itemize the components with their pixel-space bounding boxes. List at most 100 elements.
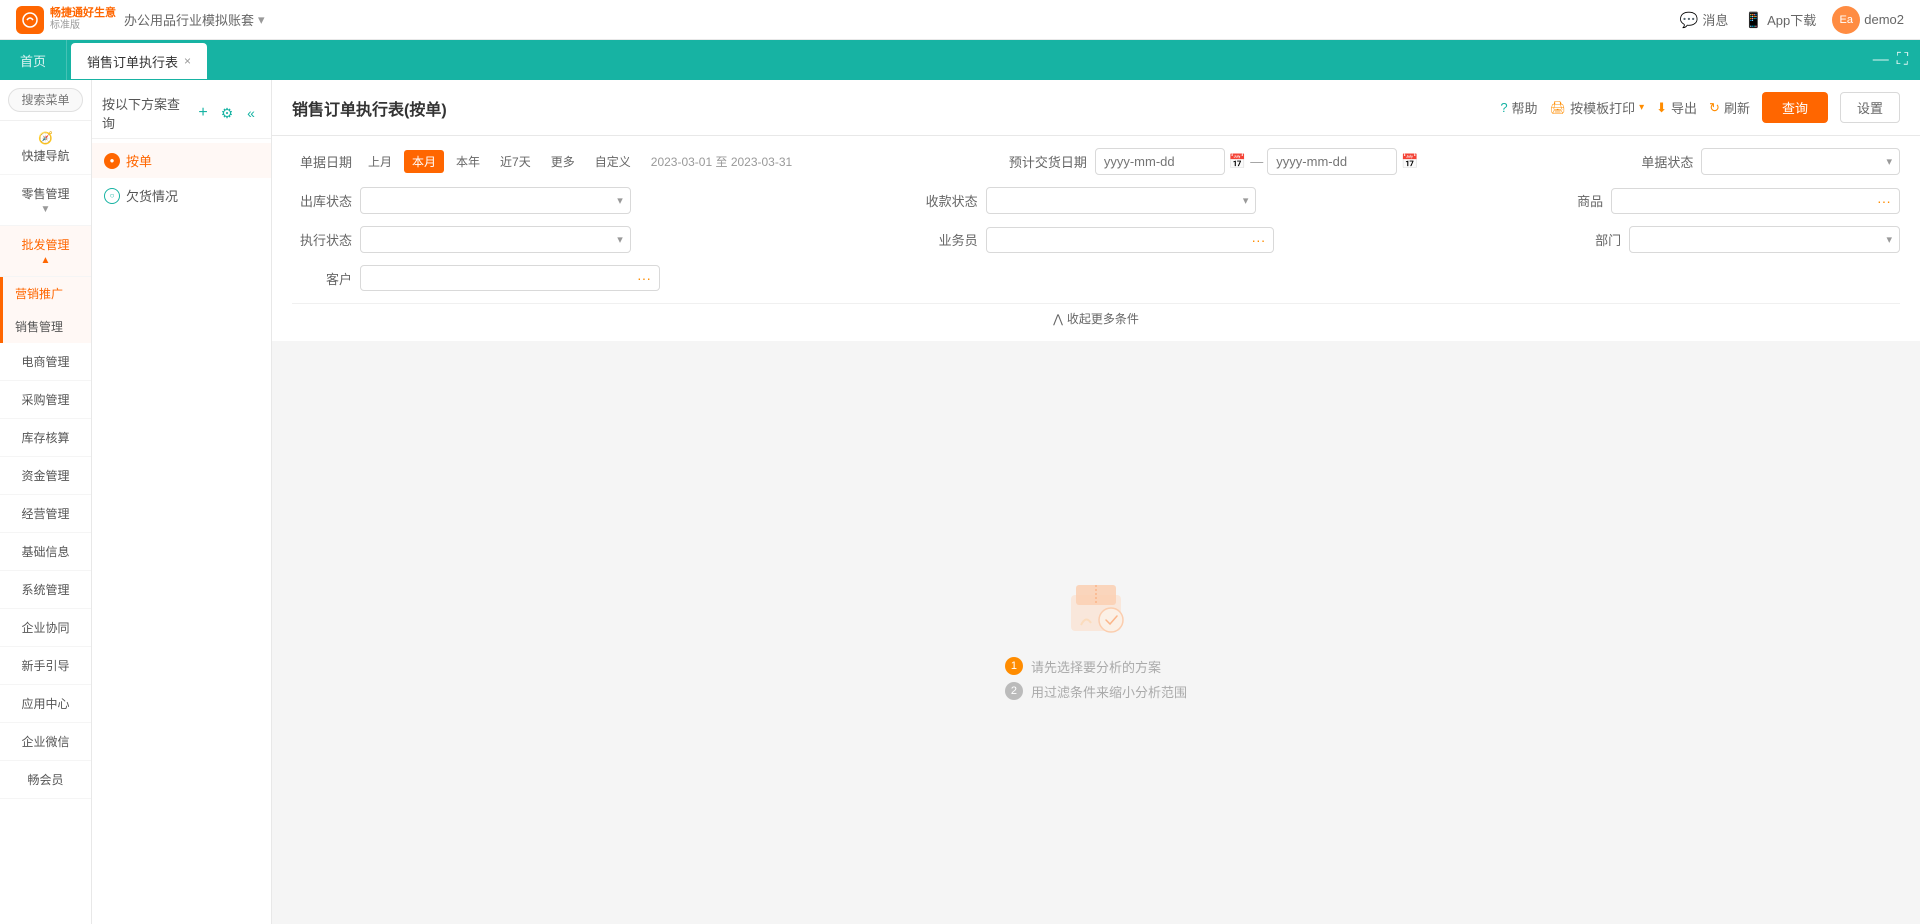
query-button[interactable]: 查询 <box>1762 92 1828 123</box>
header-left: 畅捷通好生意 标准版 办公用品行业模拟账套 ▾ <box>16 6 265 34</box>
right-content: 销售订单执行表(按单) ? 帮助 🖨 按模板打印 ▾ ⬇ 导出 <box>272 80 1920 924</box>
sidebar-item-wholesale[interactable]: 批发管理 ▲ <box>0 226 91 277</box>
add-plan-button[interactable]: + <box>193 103 213 123</box>
customer-ellipsis-icon[interactable]: ··· <box>637 270 651 286</box>
date-tab-more[interactable]: 更多 <box>543 150 583 173</box>
panel-nav-debt[interactable]: ○ 欠货情况 <box>92 178 271 213</box>
minimize-icon[interactable]: — <box>1873 51 1889 69</box>
sidebar: 🧭 快捷导航 零售管理 ▼ 批发管理 ▲ 营销推广 销售管理 电商管理 采购管理… <box>0 80 92 924</box>
download-icon: 📱 <box>1744 11 1763 29</box>
breadcrumb[interactable]: 办公用品行业模拟账套 ▾ <box>124 10 265 29</box>
payment-select-wrapper <box>986 187 1257 214</box>
payment-status-select[interactable] <box>986 187 1257 214</box>
date-tab-this-month[interactable]: 本月 <box>404 150 444 173</box>
refresh-button[interactable]: ↻ 刷新 <box>1709 98 1750 117</box>
shipment-status-select[interactable] <box>360 187 631 214</box>
expected-date-label: 预计交货日期 <box>1007 152 1087 171</box>
shipment-status-label: 出库状态 <box>292 191 352 210</box>
sidebar-item-quick-nav[interactable]: 🧭 快捷导航 <box>0 121 91 175</box>
message-icon: 💬 <box>1680 11 1699 29</box>
tab-bar-right: — ⛶ <box>1873 51 1920 69</box>
sidebar-item-finance[interactable]: 资金管理 <box>0 457 91 495</box>
exec-status-label: 执行状态 <box>292 230 352 249</box>
payment-status-label: 收款状态 <box>918 191 978 210</box>
salesman-label: 业务员 <box>918 230 978 249</box>
export-button[interactable]: ⬇ 导出 <box>1656 98 1697 117</box>
export-icon: ⬇ <box>1656 100 1667 116</box>
exec-status-select[interactable] <box>360 226 631 253</box>
expected-date-range: 📅 — 📅 <box>1095 148 1419 175</box>
shipment-select-wrapper <box>360 187 631 214</box>
sidebar-item-operation[interactable]: 经营管理 <box>0 495 91 533</box>
sidebar-item-apps[interactable]: 应用中心 <box>0 685 91 723</box>
department-label: 部门 <box>1561 230 1621 249</box>
tab-bar: 首页 销售订单执行表 × — ⛶ <box>0 40 1920 80</box>
user-menu[interactable]: Ea demo2 <box>1832 6 1904 34</box>
maximize-icon[interactable]: ⛶ <box>1897 51 1908 69</box>
tab-close-icon[interactable]: × <box>184 54 191 68</box>
logo-icon <box>16 6 44 34</box>
product-label: 商品 <box>1543 191 1603 210</box>
empty-step-2: 2 用过滤条件来缩小分析范围 <box>1005 682 1187 701</box>
collapse-button[interactable]: ⋀ 收起更多条件 <box>292 303 1900 333</box>
sidebar-item-member[interactable]: 畅会员 <box>0 761 91 799</box>
collapse-icon: ⋀ <box>1053 312 1063 326</box>
sidebar-item-basic[interactable]: 基础信息 <box>0 533 91 571</box>
date-hint: 2023-03-01 至 2023-03-31 <box>651 153 792 170</box>
sidebar-item-retail[interactable]: 零售管理 ▼ <box>0 175 91 226</box>
sidebar-item-newbie[interactable]: 新手引导 <box>0 647 91 685</box>
print-icon: 🖨 <box>1550 100 1567 116</box>
department-select-wrapper <box>1629 226 1900 253</box>
calendar-end-icon[interactable]: 📅 <box>1401 153 1418 170</box>
sidebar-wholesale-sub: 营销推广 销售管理 <box>0 277 91 343</box>
empty-steps: 1 请先选择要分析的方案 2 用过滤条件来缩小分析范围 <box>1005 657 1187 701</box>
tab-home[interactable]: 首页 <box>0 40 67 80</box>
left-panel-header: 按以下方案查询 + ⚙ « <box>92 88 271 139</box>
help-icon: ? <box>1500 100 1507 115</box>
department-select[interactable] <box>1629 226 1900 253</box>
date-tab-this-year[interactable]: 本年 <box>448 150 488 173</box>
expected-date-end[interactable] <box>1267 148 1397 175</box>
date-tab-custom[interactable]: 自定义 <box>587 150 639 173</box>
filter-area: 单据日期 上月 本月 本年 近7天 更多 自定义 2023-03-01 至 20… <box>272 136 1920 341</box>
sidebar-item-ecommerce[interactable]: 电商管理 <box>0 343 91 381</box>
salesman-ellipsis-icon[interactable]: ··· <box>1251 232 1265 248</box>
sidebar-sub-item-marketing[interactable]: 营销推广 <box>3 277 91 310</box>
sidebar-item-system[interactable]: 系统管理 <box>0 571 91 609</box>
panel-nav-order[interactable]: ● 按单 <box>92 143 271 178</box>
message-button[interactable]: 💬 消息 <box>1680 10 1729 29</box>
date-tab-7days[interactable]: 近7天 <box>492 150 539 173</box>
expected-date-start[interactable] <box>1095 148 1225 175</box>
order-dot: ● <box>104 153 120 169</box>
left-panel-actions: + ⚙ « <box>193 103 261 123</box>
filter-row-4: 客户 ··· <box>292 265 1900 291</box>
top-header: 畅捷通好生意 标准版 办公用品行业模拟账套 ▾ 💬 消息 📱 App下载 Ea … <box>0 0 1920 40</box>
empty-step-1: 1 请先选择要分析的方案 <box>1005 657 1187 676</box>
search-input[interactable] <box>8 88 83 112</box>
print-button[interactable]: 🖨 按模板打印 ▾ <box>1550 98 1645 117</box>
app-download-button[interactable]: 📱 App下载 <box>1744 10 1816 29</box>
sidebar-sub-item-sales[interactable]: 销售管理 <box>3 310 91 343</box>
logo-area: 畅捷通好生意 标准版 <box>16 6 116 34</box>
product-ellipsis-icon[interactable]: ··· <box>1877 193 1891 209</box>
help-link[interactable]: ? 帮助 <box>1500 98 1537 117</box>
calendar-start-icon[interactable]: 📅 <box>1229 153 1246 170</box>
status-select[interactable] <box>1701 148 1900 175</box>
step1-num: 1 <box>1005 657 1023 675</box>
empty-state: 1 请先选择要分析的方案 2 用过滤条件来缩小分析范围 <box>272 341 1920 924</box>
quick-nav-icon: 🧭 <box>38 131 53 145</box>
sidebar-item-inventory[interactable]: 库存核算 <box>0 419 91 457</box>
page-title: 销售订单执行表(按单) <box>292 96 447 120</box>
date-tabs: 上月 本月 本年 近7天 更多 自定义 <box>360 150 639 173</box>
page-header: 销售订单执行表(按单) ? 帮助 🖨 按模板打印 ▾ ⬇ 导出 <box>272 80 1920 136</box>
tab-sales-order[interactable]: 销售订单执行表 × <box>71 43 207 79</box>
empty-illustration <box>1056 565 1136 645</box>
settings-button[interactable]: 设置 <box>1840 92 1900 123</box>
edit-plan-button[interactable]: ⚙ <box>217 103 237 123</box>
collapse-panel-button[interactable]: « <box>241 103 261 123</box>
sidebar-item-enterprise[interactable]: 企业协同 <box>0 609 91 647</box>
date-tab-last-month[interactable]: 上月 <box>360 150 400 173</box>
sidebar-item-purchase[interactable]: 采购管理 <box>0 381 91 419</box>
filter-row-2: 出库状态 收款状态 商品 <box>292 187 1900 214</box>
sidebar-item-wechat[interactable]: 企业微信 <box>0 723 91 761</box>
